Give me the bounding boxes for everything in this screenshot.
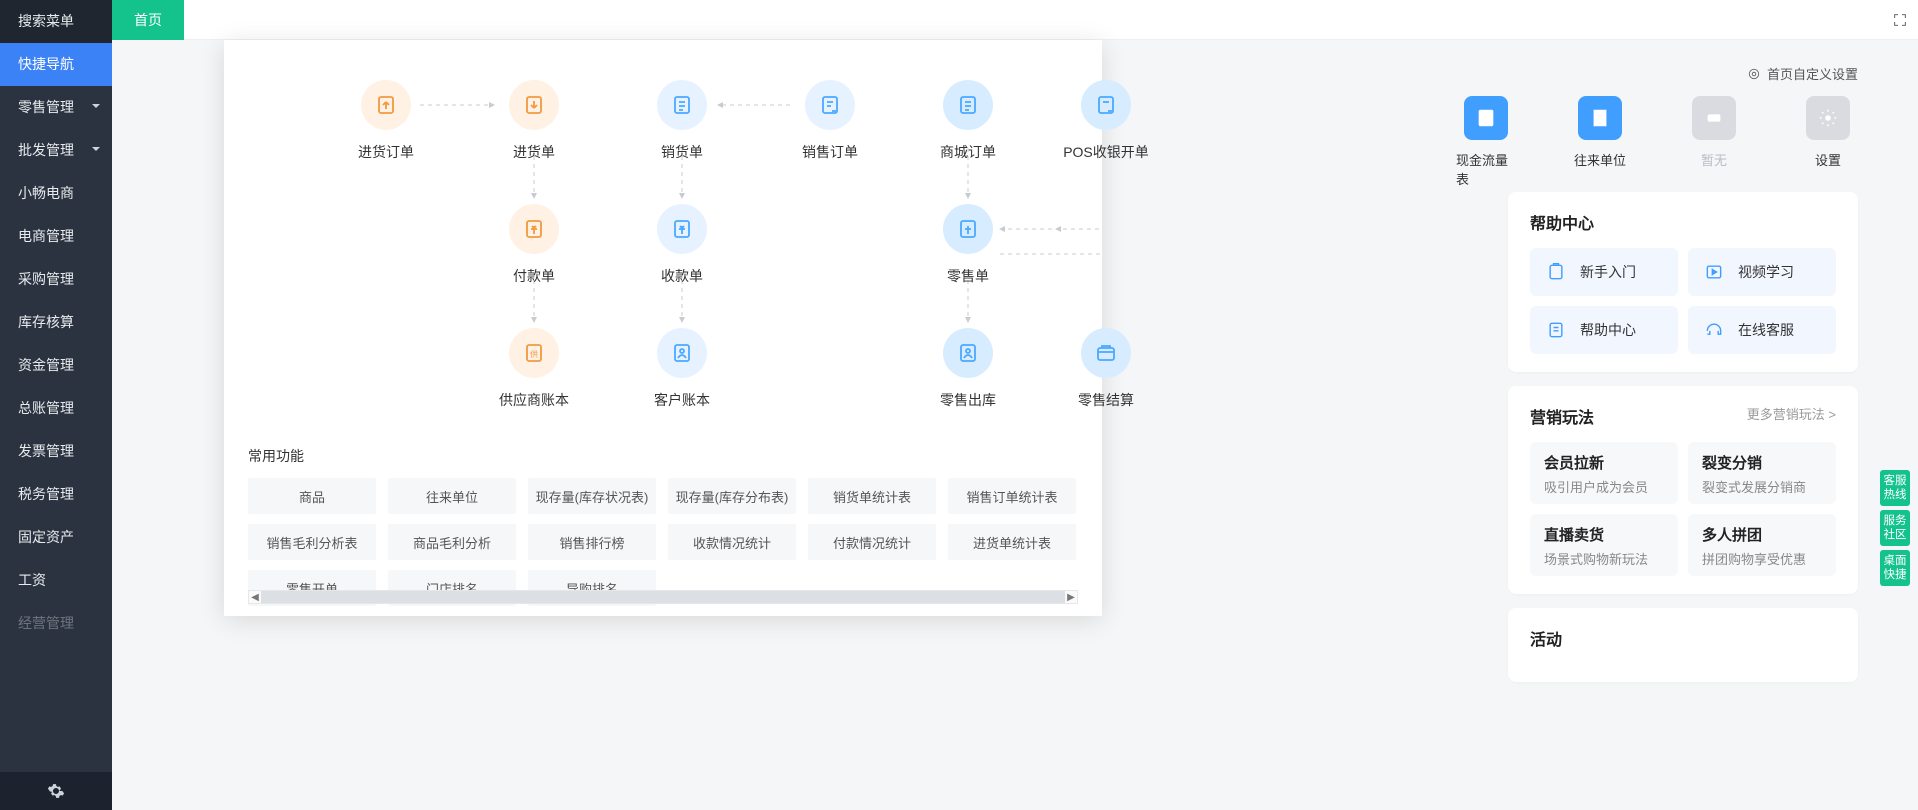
sidebar-item-assets[interactable]: 固定资产 <box>0 516 112 559</box>
placeholder-icon <box>1703 107 1725 129</box>
main-area: 首页 首页自定义设置 现金流量表 往来单位 <box>112 0 1918 810</box>
common-functions-title: 常用功能 <box>248 446 1102 466</box>
sidebar-search[interactable]: 搜索菜单 <box>0 0 112 43</box>
help-center-title: 帮助中心 <box>1530 210 1836 234</box>
building-icon <box>1589 107 1611 129</box>
help-center-card: 帮助中心 新手入门 视频学习 帮助中心 在线客服 <box>1508 192 1858 372</box>
sidebar-item-ecom[interactable]: 电商管理 <box>0 215 112 258</box>
help-item-video[interactable]: 视频学习 <box>1688 248 1836 296</box>
gear-icon <box>1817 107 1839 129</box>
flow-node-customer-ledger[interactable]: 客户账本 <box>608 328 756 410</box>
floater-community[interactable]: 服务社区 <box>1880 510 1910 546</box>
chevron-down-icon <box>92 147 100 151</box>
top-shortcut-row: 现金流量表 往来单位 暂无 设置 <box>1456 96 1858 188</box>
help-item-chat[interactable]: 在线客服 <box>1688 306 1836 354</box>
sidebar-item-manage[interactable]: 经营管理 <box>0 602 112 645</box>
chevron-down-icon <box>92 104 100 108</box>
common-btn-11[interactable]: 进货单统计表 <box>948 524 1076 560</box>
flow-node-sales-order[interactable]: 销售订单 <box>756 80 904 162</box>
shortcut-contacts[interactable]: 往来单位 <box>1570 96 1630 188</box>
help-item-newbie[interactable]: 新手入门 <box>1530 248 1678 296</box>
floating-buttons: 客服热线 服务社区 桌面快捷 <box>1880 470 1910 586</box>
marketing-item-0[interactable]: 会员拉新吸引用户成为会员 <box>1530 442 1678 504</box>
common-btn-6[interactable]: 销售毛利分析表 <box>248 524 376 560</box>
target-icon <box>1747 67 1761 81</box>
sidebar: 搜索菜单 快捷导航 零售管理 批发管理 小畅电商 电商管理 采购管理 库存核算 … <box>0 0 112 810</box>
home-customize-link[interactable]: 首页自定义设置 <box>1747 64 1858 83</box>
sidebar-item-invoice[interactable]: 发票管理 <box>0 430 112 473</box>
common-btn-2[interactable]: 现存量(库存状况表) <box>528 478 656 514</box>
fullscreen-icon <box>1892 12 1908 28</box>
scroll-right-icon[interactable]: ▶ <box>1065 592 1077 603</box>
marketing-item-1[interactable]: 裂变分销裂变式发展分销商 <box>1688 442 1836 504</box>
flow-node-receipt[interactable]: 收款单 <box>608 204 756 286</box>
flyout-scrollbar[interactable]: ◀ ▶ <box>248 590 1078 604</box>
sidebar-item-quicknav[interactable]: 快捷导航 <box>0 43 112 86</box>
headset-icon <box>1704 320 1724 340</box>
gear-icon <box>47 782 65 800</box>
quick-nav-flyout: 进货订单 进货单 销货单 销售订单 商城订单 POS收银开单 付款单 收款单 零… <box>224 40 1102 616</box>
common-btn-1[interactable]: 往来单位 <box>388 478 516 514</box>
sidebar-item-purchase[interactable]: 采购管理 <box>0 258 112 301</box>
marketing-item-2[interactable]: 直播卖货场景式购物新玩法 <box>1530 514 1678 576</box>
common-btn-0[interactable]: 商品 <box>248 478 376 514</box>
common-btn-7[interactable]: 商品毛利分析 <box>388 524 516 560</box>
tab-bar: 首页 <box>112 0 1918 40</box>
flow-node-purchase-order[interactable]: 进货订单 <box>312 80 460 162</box>
flow-node-retail-settle[interactable]: 零售结算 <box>1032 328 1180 410</box>
marketing-card: 更多营销玩法 > 营销玩法 会员拉新吸引用户成为会员 裂变分销裂变式发展分销商 … <box>1508 386 1858 594</box>
sidebar-settings-button[interactable] <box>0 772 112 810</box>
flow-node-payment[interactable]: 付款单 <box>460 204 608 286</box>
help-item-center[interactable]: 帮助中心 <box>1530 306 1678 354</box>
flow-node-mall-order[interactable]: 商城订单 <box>894 80 1042 162</box>
common-btn-4[interactable]: 销货单统计表 <box>808 478 936 514</box>
scroll-left-icon[interactable]: ◀ <box>249 592 261 603</box>
activity-card: 活动 <box>1508 608 1858 682</box>
common-btn-10[interactable]: 付款情况统计 <box>808 524 936 560</box>
common-btn-3[interactable]: 现存量(库存分布表) <box>668 478 796 514</box>
shortcut-settings[interactable]: 设置 <box>1798 96 1858 188</box>
common-btn-9[interactable]: 收款情况统计 <box>668 524 796 560</box>
flow-node-pos[interactable]: POS收银开单 <box>1032 80 1180 162</box>
shortcut-cashflow[interactable]: 现金流量表 <box>1456 96 1516 188</box>
flow-node-supplier-ledger[interactable]: 供供应商账本 <box>460 328 608 410</box>
sidebar-item-xiaochang[interactable]: 小畅电商 <box>0 172 112 215</box>
marketing-item-3[interactable]: 多人拼团拼团购物享受优惠 <box>1688 514 1836 576</box>
sidebar-item-retail[interactable]: 零售管理 <box>0 86 112 129</box>
floater-desktop[interactable]: 桌面快捷 <box>1880 550 1910 586</box>
floater-hotline[interactable]: 客服热线 <box>1880 470 1910 506</box>
svg-text:供: 供 <box>530 349 538 359</box>
common-btn-8[interactable]: 销售排行榜 <box>528 524 656 560</box>
clipboard-icon <box>1546 262 1566 282</box>
common-functions-grid: 商品 往来单位 现存量(库存状况表) 现存量(库存分布表) 销货单统计表 销售订… <box>224 478 1102 606</box>
sidebar-item-funds[interactable]: 资金管理 <box>0 344 112 387</box>
report-icon <box>1475 107 1497 129</box>
tab-home[interactable]: 首页 <box>112 0 184 40</box>
sidebar-item-inventory[interactable]: 库存核算 <box>0 301 112 344</box>
play-icon <box>1704 262 1724 282</box>
shortcut-empty[interactable]: 暂无 <box>1684 96 1744 188</box>
activity-title: 活动 <box>1530 626 1836 650</box>
sidebar-item-wholesale[interactable]: 批发管理 <box>0 129 112 172</box>
doc-icon <box>1546 320 1566 340</box>
flow-node-sales-bill[interactable]: 销货单 <box>608 80 756 162</box>
sidebar-item-salary[interactable]: 工资 <box>0 559 112 602</box>
flow-node-retail-out[interactable]: 零售出库 <box>894 328 1042 410</box>
marketing-more-link[interactable]: 更多营销玩法 > <box>1747 404 1836 423</box>
flow-node-purchase-bill[interactable]: 进货单 <box>460 80 608 162</box>
flow-node-retail-bill[interactable]: 零售单 <box>894 204 1042 286</box>
sidebar-item-ledger[interactable]: 总账管理 <box>0 387 112 430</box>
fullscreen-button[interactable] <box>1892 12 1908 28</box>
sidebar-item-tax[interactable]: 税务管理 <box>0 473 112 516</box>
common-btn-5[interactable]: 销售订单统计表 <box>948 478 1076 514</box>
